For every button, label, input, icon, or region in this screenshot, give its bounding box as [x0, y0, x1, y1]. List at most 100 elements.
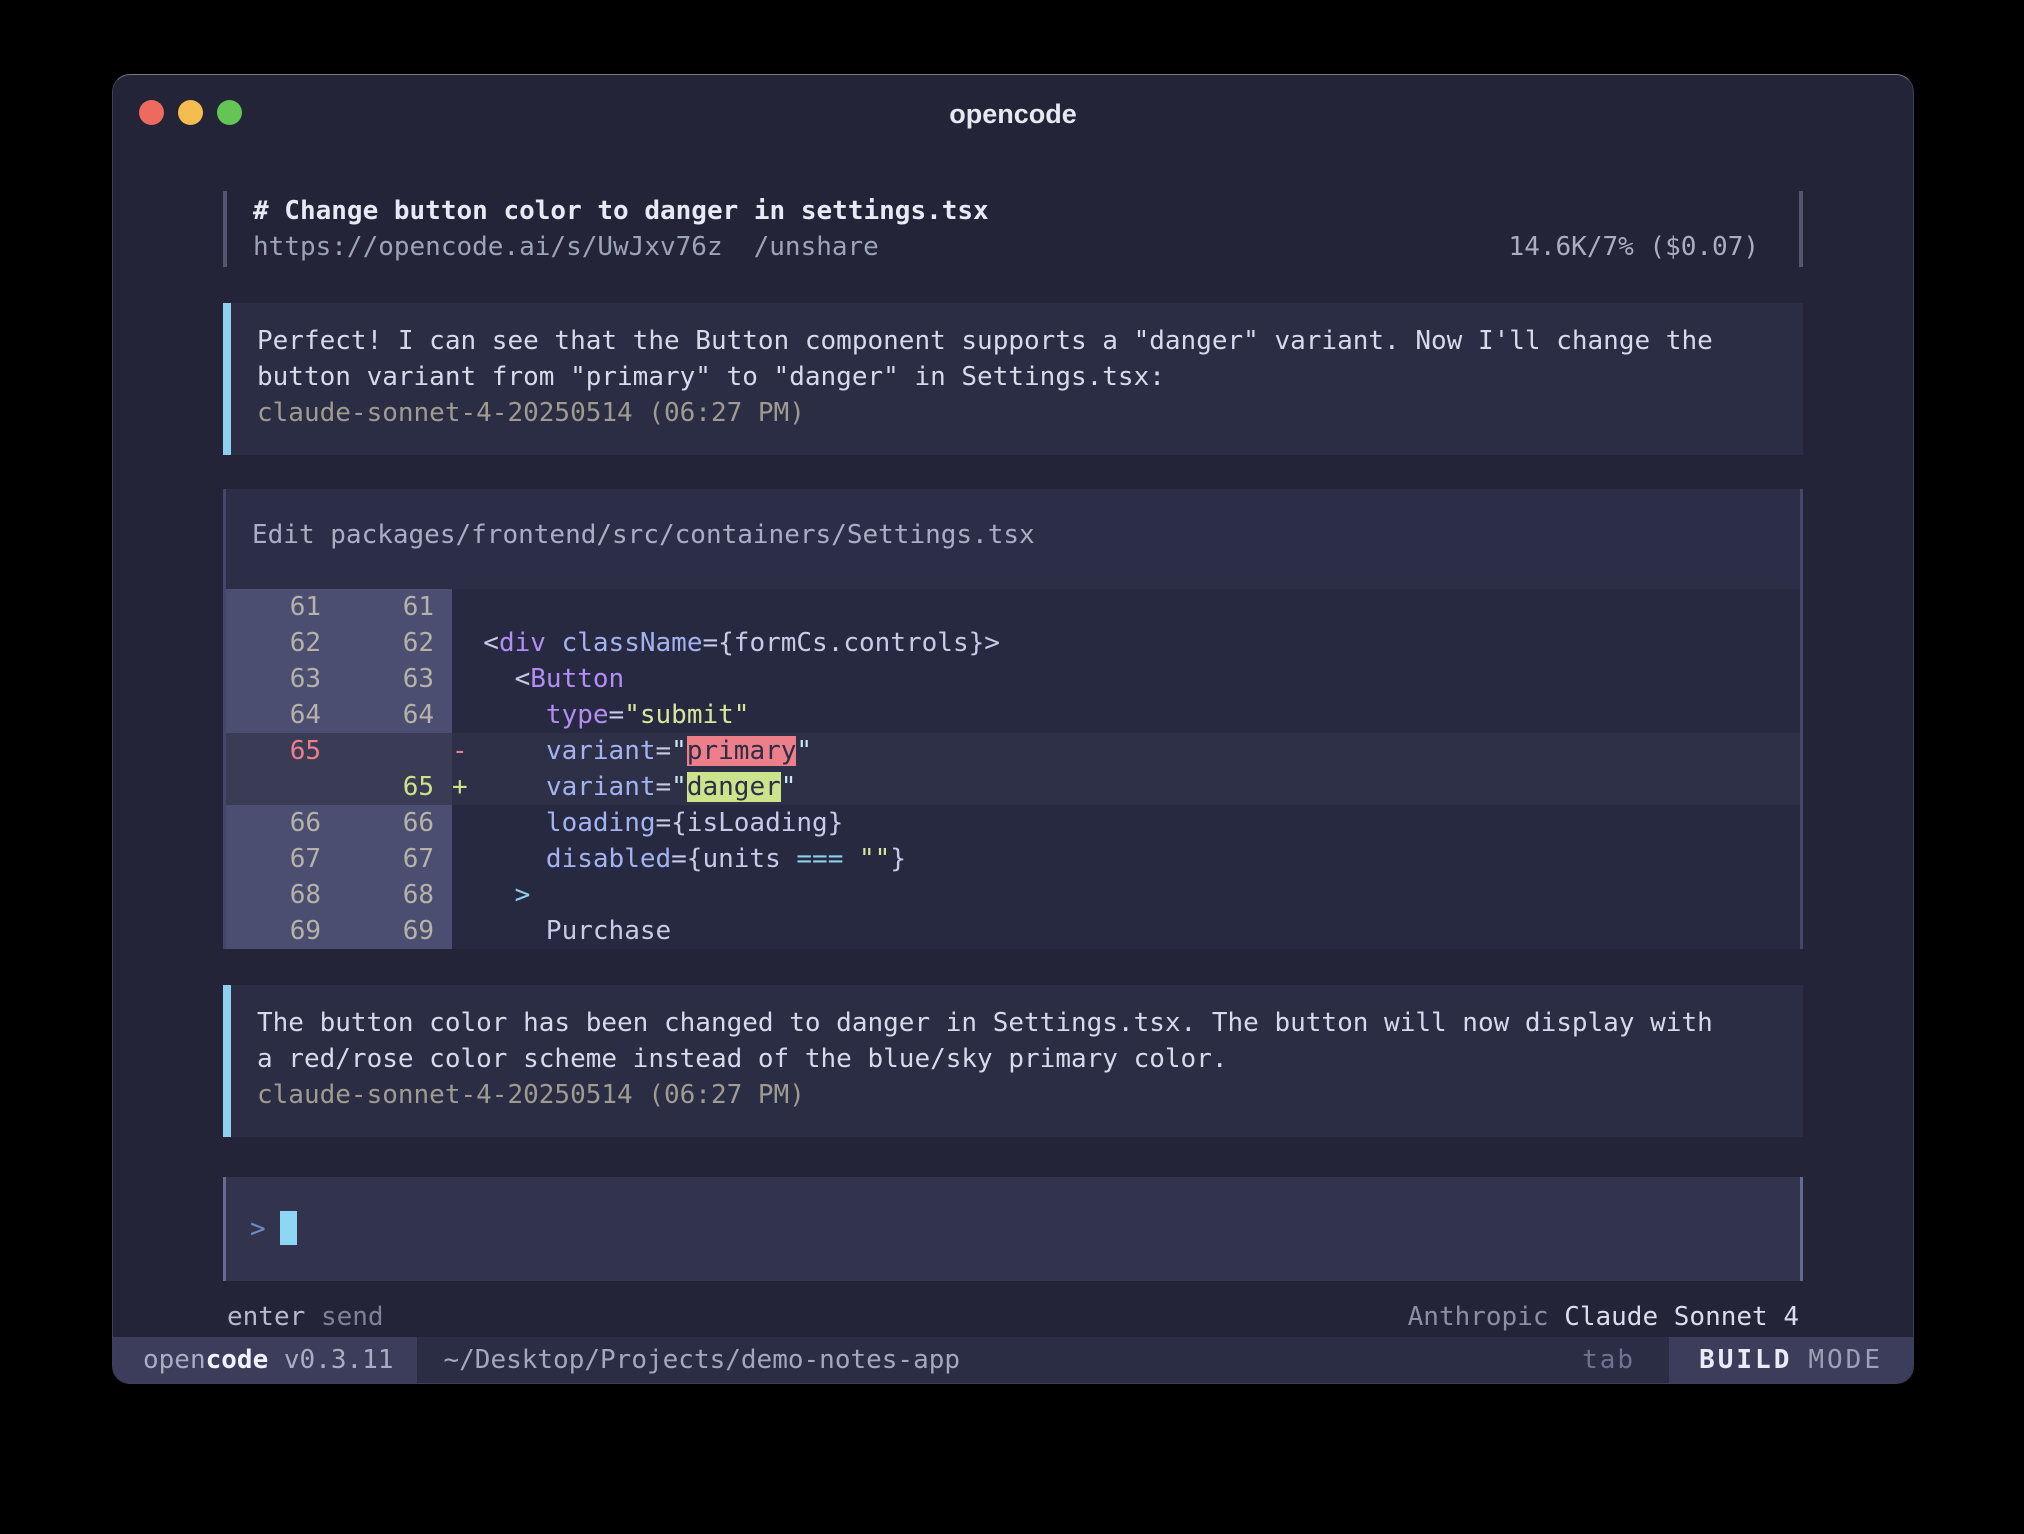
diff-row: 65+ variant="danger"	[226, 769, 1800, 805]
diff-code-line: disabled={units === ""}	[452, 841, 1800, 877]
session-header: # Change button color to danger in setti…	[223, 191, 1803, 267]
code-token	[468, 736, 546, 766]
code-token: ={isLoading}	[656, 808, 844, 838]
old-line-number	[226, 769, 339, 805]
mode-secondary: MODE	[1808, 1342, 1883, 1378]
code-token	[452, 916, 546, 946]
diff-row: 6262 <div className={formCs.controls}>	[226, 625, 1800, 661]
diff-code-line: <div className={formCs.controls}>	[452, 625, 1800, 661]
prompt-input[interactable]: >	[223, 1177, 1803, 1281]
app-name-code: code	[206, 1342, 269, 1378]
window-title: opencode	[113, 75, 1913, 149]
titlebar: opencode	[113, 75, 1913, 149]
new-line-number: 66	[339, 805, 452, 841]
diff-row: 6969 Purchase	[226, 913, 1800, 949]
code-token: {formCs.controls}>	[718, 628, 1000, 658]
new-line-number: 61	[339, 589, 452, 625]
unshare-command[interactable]: /unshare	[754, 229, 879, 265]
new-line-number: 64	[339, 697, 452, 733]
code-token	[452, 808, 546, 838]
working-directory: ~/Desktop/Projects/demo-notes-app	[443, 1342, 960, 1378]
code-token: ""	[859, 844, 890, 874]
app-version: v0.3.11	[284, 1342, 394, 1378]
code-token: variant	[546, 736, 656, 766]
token-stats: 14.6K/7% ($0.07)	[1509, 229, 1759, 265]
code-token: }	[890, 844, 906, 874]
code-token: =	[656, 736, 672, 766]
diff-row: 6666 loading={isLoading}	[226, 805, 1800, 841]
code-token: type	[546, 700, 609, 730]
code-token: "	[671, 736, 687, 766]
code-token: <	[452, 628, 499, 658]
diff-code-line: type="submit"	[452, 697, 1800, 733]
code-token: "	[796, 736, 812, 766]
code-token: div	[499, 628, 546, 658]
model-timestamp: claude-sonnet-4-20250514 (06:27 PM)	[257, 395, 1779, 431]
code-token: Button	[530, 664, 624, 694]
code-token: "submit"	[624, 700, 749, 730]
code-token: variant	[546, 772, 656, 802]
new-line-number	[339, 733, 452, 769]
model-indicator: Anthropic Claude Sonnet 4	[1408, 1299, 1799, 1335]
code-token: =	[609, 700, 625, 730]
send-hint: enter send	[227, 1299, 384, 1335]
app-name-open: open	[143, 1342, 206, 1378]
code-token: =	[656, 772, 672, 802]
old-line-number: 67	[226, 841, 339, 877]
code-token	[452, 844, 546, 874]
enter-key-hint: enter	[227, 1302, 305, 1332]
code-token: +	[452, 772, 468, 802]
diff-view: 61616262 <div className={formCs.controls…	[226, 589, 1800, 949]
send-label: send	[321, 1302, 384, 1332]
code-token: disabled	[546, 844, 671, 874]
diff-row: 6767 disabled={units === ""}	[226, 841, 1800, 877]
diff-code-line: - variant="primary"	[452, 733, 1800, 769]
model-name	[1549, 1302, 1565, 1332]
session-subheader: https://opencode.ai/s/UwJxv76z /unshare …	[253, 229, 1759, 265]
new-line-number: 62	[339, 625, 452, 661]
assistant-message-1: Perfect! I can see that the Button compo…	[223, 303, 1803, 455]
edit-tool-title: Edit packages/frontend/src/containers/Se…	[226, 489, 1800, 589]
send-label	[305, 1302, 321, 1332]
message-line: The button color has been changed to dan…	[257, 1005, 1779, 1041]
app-version-badge: opencode v0.3.11	[113, 1337, 417, 1383]
code-token: danger	[687, 772, 781, 802]
old-line-number: 63	[226, 661, 339, 697]
share-url[interactable]: https://opencode.ai/s/UwJxv76z	[253, 229, 723, 265]
text-cursor	[280, 1211, 297, 1245]
terminal-content: # Change button color to danger in setti…	[223, 191, 1803, 1335]
diff-row: 6464 type="submit"	[226, 697, 1800, 733]
code-token: Purchase	[546, 916, 671, 946]
code-token: loading	[546, 808, 656, 838]
provider-name: Anthropic	[1408, 1302, 1549, 1332]
old-line-number: 61	[226, 589, 339, 625]
message-line: a red/rose color scheme instead of the b…	[257, 1041, 1779, 1077]
diff-row: 6868 >	[226, 877, 1800, 913]
tab-key-hint: tab	[1582, 1342, 1635, 1378]
diff-row: 6161	[226, 589, 1800, 625]
message-line: Perfect! I can see that the Button compo…	[257, 323, 1779, 359]
app-version	[268, 1342, 284, 1378]
new-line-number: 69	[339, 913, 452, 949]
new-line-number: 63	[339, 661, 452, 697]
new-line-number: 68	[339, 877, 452, 913]
code-token: ===	[796, 844, 843, 874]
old-line-number: 69	[226, 913, 339, 949]
diff-row: 6363 <Button	[226, 661, 1800, 697]
opencode-window: opencode # Change button color to danger…	[112, 74, 1914, 1384]
code-token: =	[702, 628, 718, 658]
new-line-number: 65	[339, 769, 452, 805]
old-line-number: 64	[226, 697, 339, 733]
old-line-number: 65	[226, 733, 339, 769]
diff-code-line	[452, 589, 1800, 625]
prompt-symbol: >	[250, 1214, 266, 1244]
assistant-message-2: The button color has been changed to dan…	[223, 985, 1803, 1137]
code-token: -	[452, 736, 468, 766]
new-line-number: 67	[339, 841, 452, 877]
diff-row: 65 - variant="primary"	[226, 733, 1800, 769]
hint-row: enter send Anthropic Claude Sonnet 4	[223, 1299, 1803, 1335]
diff-code-line: <Button	[452, 661, 1800, 697]
diff-code-line: + variant="danger"	[452, 769, 1800, 805]
code-token	[843, 844, 859, 874]
message-line: button variant from "primary" to "danger…	[257, 359, 1779, 395]
